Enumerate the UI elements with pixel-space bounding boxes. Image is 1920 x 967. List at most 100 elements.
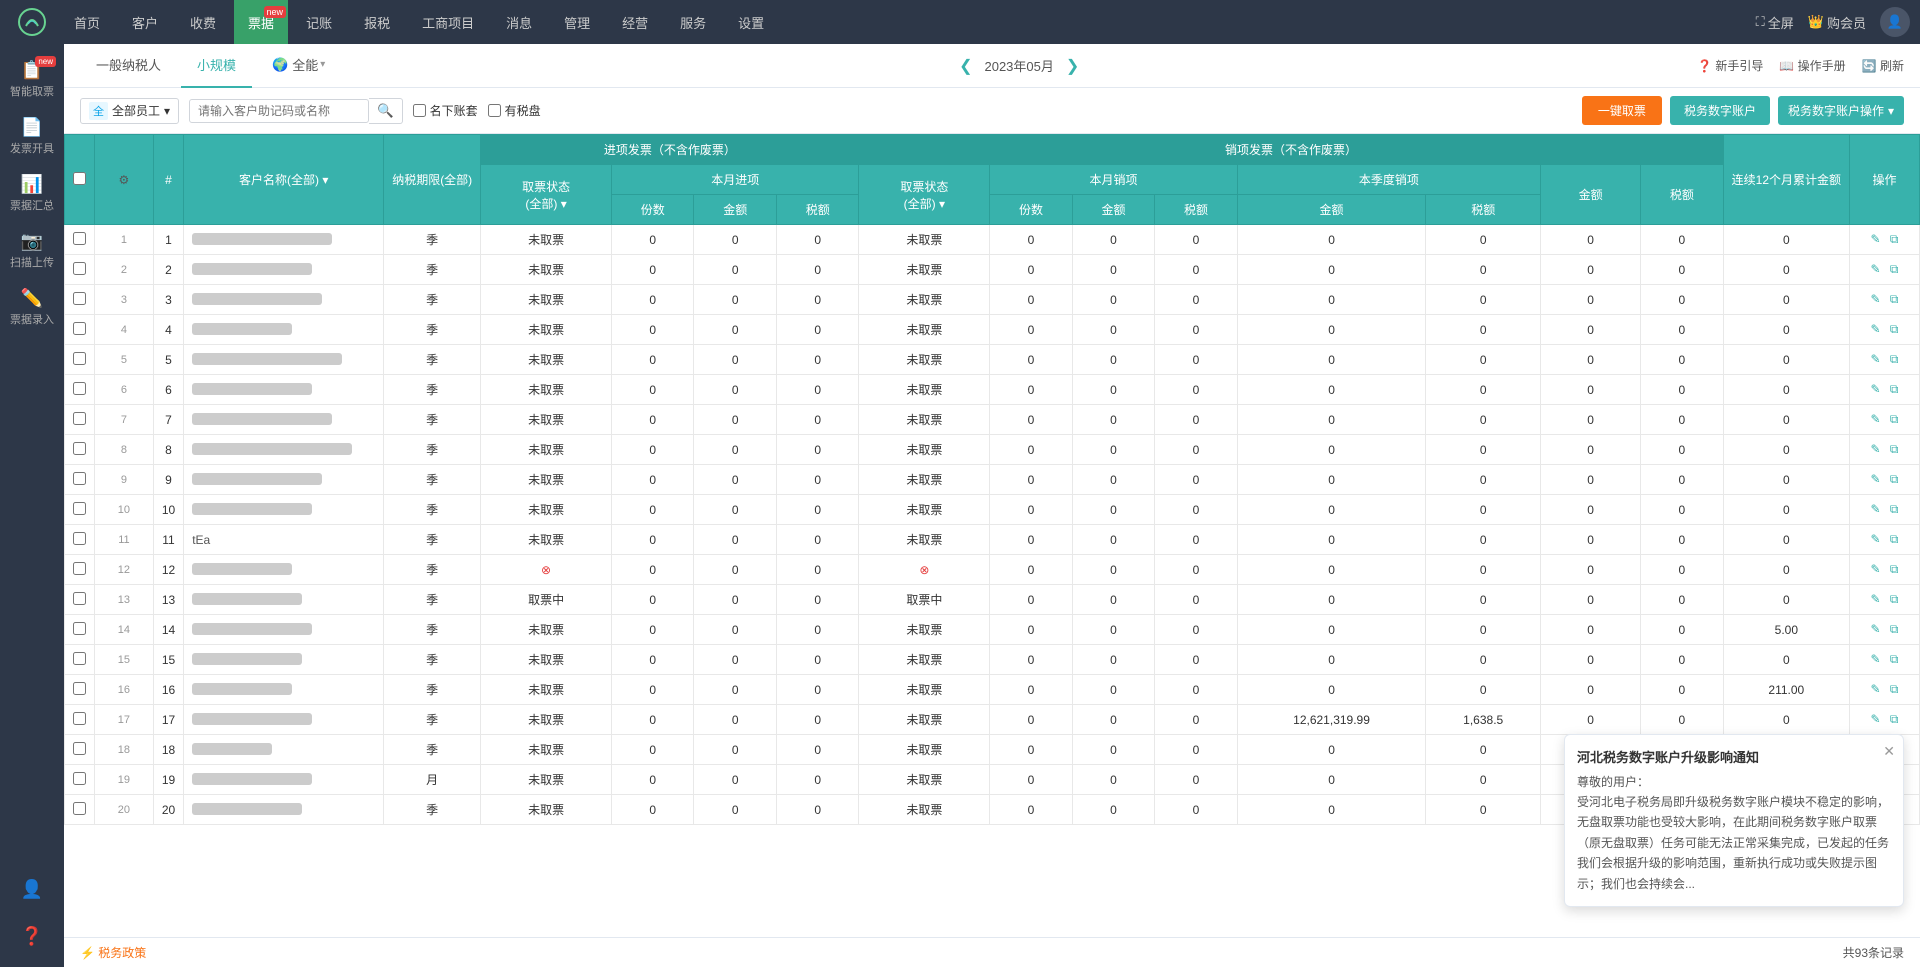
sidebar-item-invoice-open[interactable]: 📄 发票开具 bbox=[2, 109, 62, 164]
row-checkbox[interactable] bbox=[73, 802, 86, 815]
row-checkbox[interactable] bbox=[73, 382, 86, 395]
guide-btn[interactable]: ❓ 新手引导 bbox=[1697, 57, 1763, 74]
period-prev-btn[interactable]: ❮ bbox=[955, 56, 976, 76]
edit-icon[interactable]: ✎ bbox=[1871, 412, 1881, 426]
edit-icon[interactable]: ✎ bbox=[1871, 712, 1881, 726]
edit-icon[interactable]: ✎ bbox=[1871, 382, 1881, 396]
tab-small-scale[interactable]: 小规模 bbox=[181, 44, 252, 88]
nav-business[interactable]: 工商项目 bbox=[408, 0, 488, 44]
copy-icon[interactable]: ⧉ bbox=[1890, 262, 1899, 276]
nav-service[interactable]: 服务 bbox=[666, 0, 720, 44]
one-click-fetch-btn[interactable]: 一键取票 bbox=[1582, 96, 1662, 125]
edit-icon[interactable]: ✎ bbox=[1871, 262, 1881, 276]
nav-bookkeeping[interactable]: 记账 bbox=[292, 0, 346, 44]
sidebar-bottom-help[interactable]: ❓ bbox=[2, 918, 62, 957]
nav-operation[interactable]: 经营 bbox=[608, 0, 662, 44]
edit-icon[interactable]: ✎ bbox=[1871, 472, 1881, 486]
copy-icon[interactable]: ⧉ bbox=[1890, 322, 1899, 336]
tax-policy-link[interactable]: ⚡ 税务政策 bbox=[80, 944, 146, 961]
sidebar-item-smart-ticket[interactable]: new 📋 智能取票 bbox=[2, 52, 62, 107]
nav-settings[interactable]: 设置 bbox=[724, 0, 778, 44]
row-checkbox[interactable] bbox=[73, 682, 86, 695]
copy-icon[interactable]: ⧉ bbox=[1890, 472, 1899, 486]
copy-icon[interactable]: ⧉ bbox=[1890, 412, 1899, 426]
copy-icon[interactable]: ⧉ bbox=[1890, 232, 1899, 246]
row-checkbox[interactable] bbox=[73, 622, 86, 635]
copy-icon[interactable]: ⧉ bbox=[1890, 682, 1899, 696]
sidebar-bottom-user[interactable]: 👤 bbox=[2, 871, 62, 910]
sidebar-item-summary[interactable]: 📊 票据汇总 bbox=[2, 166, 62, 221]
copy-icon[interactable]: ⧉ bbox=[1890, 352, 1899, 366]
copy-icon[interactable]: ⧉ bbox=[1890, 712, 1899, 726]
copy-icon[interactable]: ⧉ bbox=[1890, 502, 1899, 516]
edit-icon[interactable]: ✎ bbox=[1871, 292, 1881, 306]
tab-general-taxpayer[interactable]: 一般纳税人 bbox=[80, 44, 177, 88]
edit-icon[interactable]: ✎ bbox=[1871, 652, 1881, 666]
row-checkbox[interactable] bbox=[73, 502, 86, 515]
row-checkbox[interactable] bbox=[73, 472, 86, 485]
sidebar-item-entry[interactable]: ✏️ 票据录入 bbox=[2, 280, 62, 335]
row-checkbox[interactable] bbox=[73, 442, 86, 455]
digital-account-dropdown-btn[interactable]: 税务数字账户操作 ▾ bbox=[1778, 96, 1904, 125]
search-input[interactable] bbox=[189, 99, 369, 123]
refresh-btn[interactable]: 🔄 刷新 bbox=[1862, 57, 1904, 74]
filter-icon[interactable]: ▾ bbox=[322, 173, 328, 187]
sidebar-item-scan[interactable]: 📷 扫描上传 bbox=[2, 223, 62, 278]
edit-icon[interactable]: ✎ bbox=[1871, 352, 1881, 366]
copy-icon[interactable]: ⧉ bbox=[1890, 442, 1899, 456]
row-checkbox[interactable] bbox=[73, 712, 86, 725]
checkbox-account-input[interactable] bbox=[413, 104, 426, 117]
select-all-checkbox[interactable] bbox=[73, 172, 86, 185]
row-checkbox[interactable] bbox=[73, 772, 86, 785]
copy-icon[interactable]: ⧉ bbox=[1890, 622, 1899, 636]
copy-icon[interactable]: ⧉ bbox=[1890, 592, 1899, 606]
app-logo[interactable] bbox=[10, 0, 54, 44]
edit-icon[interactable]: ✎ bbox=[1871, 232, 1881, 246]
copy-icon[interactable]: ⧉ bbox=[1890, 652, 1899, 666]
edit-icon[interactable]: ✎ bbox=[1871, 532, 1881, 546]
out-status-filter-icon[interactable]: ▾ bbox=[939, 197, 945, 211]
edit-icon[interactable]: ✎ bbox=[1871, 502, 1881, 516]
row-checkbox[interactable] bbox=[73, 322, 86, 335]
digital-account-btn[interactable]: 税务数字账户 bbox=[1670, 96, 1770, 125]
checkbox-taxdisk-input[interactable] bbox=[488, 104, 501, 117]
tab-all-capable[interactable]: 🌍 全能 ▾ bbox=[256, 44, 341, 88]
row-checkbox[interactable] bbox=[73, 262, 86, 275]
settings-gear-icon[interactable]: ⚙ bbox=[119, 173, 130, 187]
edit-icon[interactable]: ✎ bbox=[1871, 562, 1881, 576]
copy-icon[interactable]: ⧉ bbox=[1890, 382, 1899, 396]
in-status-filter-icon[interactable]: ▾ bbox=[561, 197, 567, 211]
row-checkbox[interactable] bbox=[73, 352, 86, 365]
row-checkbox[interactable] bbox=[73, 742, 86, 755]
row-checkbox[interactable] bbox=[73, 562, 86, 575]
nav-tax[interactable]: 报税 bbox=[350, 0, 404, 44]
edit-icon[interactable]: ✎ bbox=[1871, 622, 1881, 636]
copy-icon[interactable]: ⧉ bbox=[1890, 292, 1899, 306]
search-button[interactable]: 🔍 bbox=[369, 98, 403, 124]
member-btn[interactable]: 👑 购会员 bbox=[1808, 13, 1866, 32]
row-checkbox[interactable] bbox=[73, 412, 86, 425]
copy-icon[interactable]: ⧉ bbox=[1890, 532, 1899, 546]
manual-btn[interactable]: 📖 操作手册 bbox=[1779, 57, 1845, 74]
user-avatar[interactable]: 👤 bbox=[1880, 7, 1910, 37]
nav-manage[interactable]: 管理 bbox=[550, 0, 604, 44]
edit-icon[interactable]: ✎ bbox=[1871, 442, 1881, 456]
period-next-btn[interactable]: ❯ bbox=[1062, 56, 1083, 76]
row-checkbox[interactable] bbox=[73, 652, 86, 665]
fullscreen-btn[interactable]: ⛶ 全屏 bbox=[1756, 13, 1794, 32]
checkbox-account[interactable]: 名下账套 bbox=[413, 102, 478, 119]
row-checkbox[interactable] bbox=[73, 292, 86, 305]
copy-icon[interactable]: ⧉ bbox=[1890, 562, 1899, 576]
nav-billing[interactable]: 收费 bbox=[176, 0, 230, 44]
edit-icon[interactable]: ✎ bbox=[1871, 682, 1881, 696]
edit-icon[interactable]: ✎ bbox=[1871, 592, 1881, 606]
nav-home[interactable]: 首页 bbox=[60, 0, 114, 44]
nav-invoice[interactable]: 票据 new bbox=[234, 0, 288, 44]
nav-message[interactable]: 消息 bbox=[492, 0, 546, 44]
notification-close-btn[interactable]: ✕ bbox=[1883, 743, 1895, 760]
edit-icon[interactable]: ✎ bbox=[1871, 322, 1881, 336]
row-checkbox[interactable] bbox=[73, 592, 86, 605]
employee-select[interactable]: 全 全部员工 ▾ bbox=[80, 98, 179, 124]
row-checkbox[interactable] bbox=[73, 232, 86, 245]
checkbox-taxdisk[interactable]: 有税盘 bbox=[488, 102, 541, 119]
